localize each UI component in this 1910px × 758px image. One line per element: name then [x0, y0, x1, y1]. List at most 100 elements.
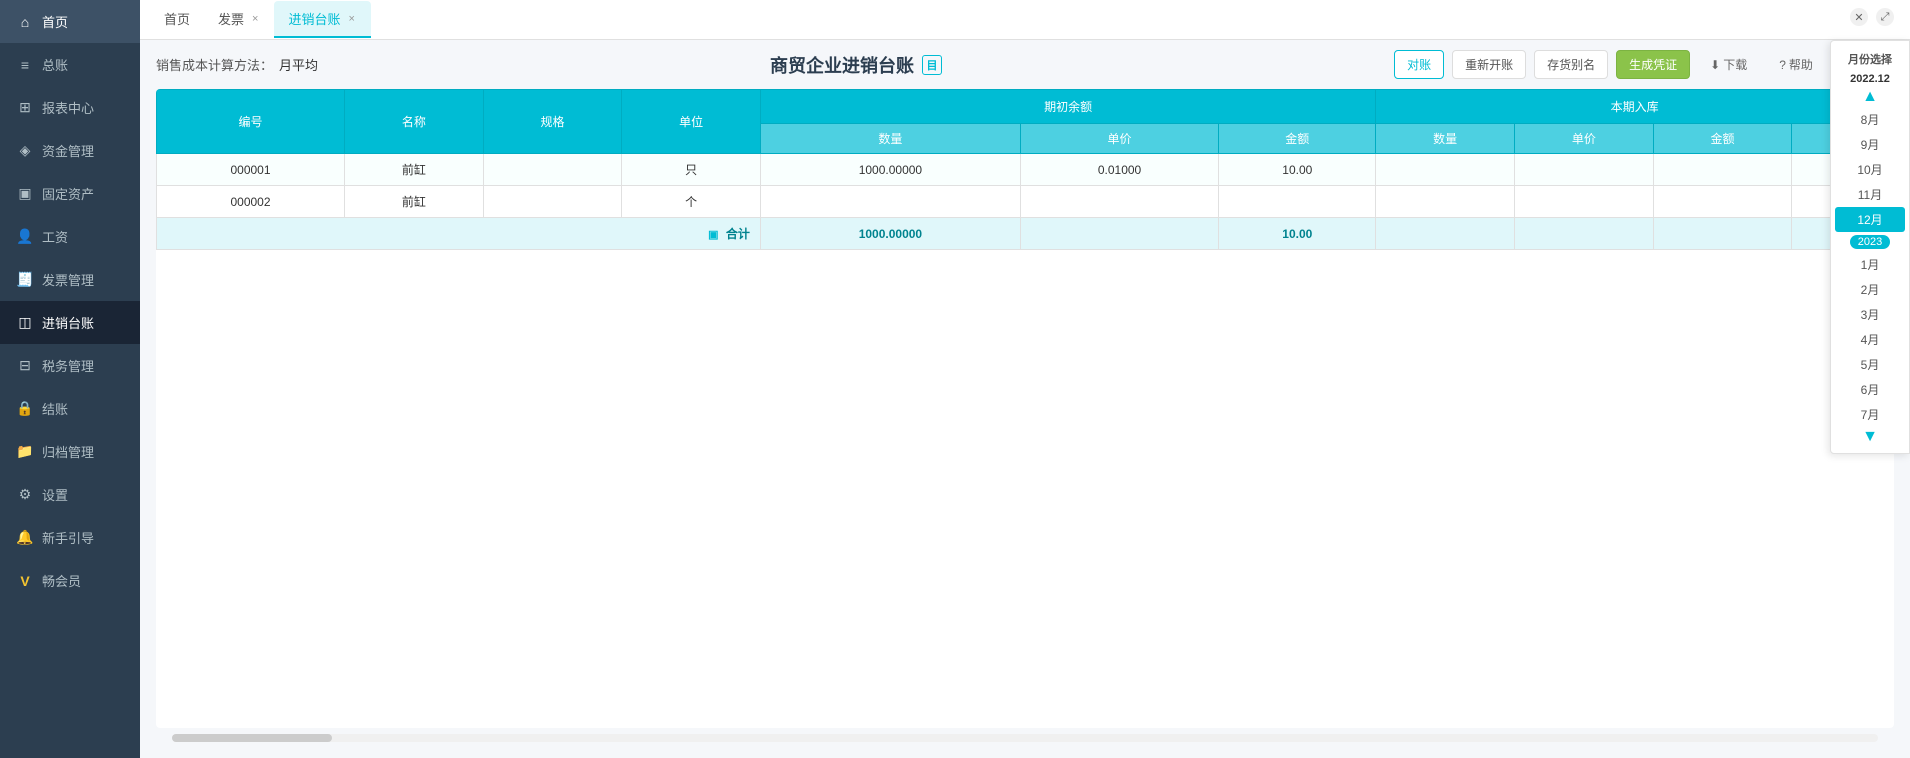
cell-opening-price-1: 0.01000 [1020, 154, 1218, 186]
sidebar-item-home[interactable]: ⌂ 首页 [0, 0, 140, 43]
sidebar-item-assets[interactable]: ▣ 固定资产 [0, 172, 140, 215]
ledger-table: 编号 名称 规格 单位 期初余额 本期入库 数量 单价 金额 数量 单价 金额 [156, 89, 1894, 250]
invoice-mgmt-icon: 🧾 [16, 271, 34, 288]
sidebar-label-tax: 税务管理 [42, 356, 94, 375]
ledger-icon: ≡ [16, 57, 34, 73]
cost-method-value: 月平均 [279, 55, 318, 74]
tab-invoice-close[interactable]: × [250, 13, 260, 25]
sidebar-item-archive[interactable]: 📁 归档管理 [0, 430, 140, 473]
sidebar-label-reports: 报表中心 [42, 98, 94, 117]
sidebar-label-guide: 新手引导 [42, 528, 94, 547]
horizontal-scrollbar[interactable] [156, 728, 1894, 748]
help-icon: ? [1779, 58, 1786, 72]
sidebar-item-close-accounts[interactable]: 🔒 结账 [0, 387, 140, 430]
sidebar-item-purchase-sale[interactable]: ◫ 进销台账 [0, 301, 140, 344]
cell-in-amount-2 [1653, 186, 1792, 218]
col-subheader-in-qty: 数量 [1376, 124, 1515, 154]
window-close-button[interactable]: ✕ [1850, 8, 1868, 26]
tab-bar: 首页 发票 × 进销台账 × [140, 0, 1910, 40]
generate-voucher-button[interactable]: 生成凭证 [1616, 50, 1690, 79]
window-maximize-button[interactable]: ⤢ [1876, 8, 1894, 26]
col-subheader-opening-price: 单价 [1020, 124, 1218, 154]
save-alias-button[interactable]: 存货别名 [1534, 50, 1608, 79]
sidebar-item-payroll[interactable]: 👤 工资 [0, 215, 140, 258]
tab-home[interactable]: 首页 [150, 1, 204, 38]
sidebar-item-ledger[interactable]: ≡ 总账 [0, 43, 140, 86]
month-nav-down: ▼ [1831, 427, 1909, 447]
month-item-2[interactable]: 2月 [1831, 277, 1909, 302]
close-accounts-icon: 🔒 [16, 400, 34, 417]
tab-purchase-sale-ledger[interactable]: 进销台账 × [274, 1, 370, 38]
cell-opening-qty-1: 1000.00000 [760, 154, 1020, 186]
total-opening-qty: 1000.00000 [760, 218, 1020, 250]
table-container: 编号 名称 规格 单位 期初余额 本期入库 数量 单价 金额 数量 单价 金额 [156, 89, 1894, 728]
help-button[interactable]: ? 帮助 [1767, 51, 1825, 78]
month-item-1[interactable]: 1月 [1831, 252, 1909, 277]
sidebar-label-invoice-mgmt: 发票管理 [42, 270, 94, 289]
tab-invoice[interactable]: 发票 × [204, 1, 274, 38]
month-item-7[interactable]: 7月 [1831, 402, 1909, 427]
month-item-4[interactable]: 4月 [1831, 327, 1909, 352]
page-title: 商贸企业进销台账 [770, 52, 914, 78]
month-nav-up: ▲ [1831, 87, 1909, 107]
month-year-2022: 2022.12 [1831, 71, 1909, 87]
help-label: 帮助 [1789, 56, 1813, 73]
payroll-icon: 👤 [16, 228, 34, 245]
tab-home-label: 首页 [164, 9, 190, 28]
month-nav-down-btn[interactable]: ▼ [1858, 429, 1882, 445]
month-item-10[interactable]: 10月 [1831, 157, 1909, 182]
sidebar-item-tax[interactable]: ⊟ 税务管理 [0, 344, 140, 387]
tab-purchase-sale-label: 进销台账 [288, 9, 340, 28]
sidebar-item-guide[interactable]: 🔔 新手引导 [0, 516, 140, 559]
month-item-12[interactable]: 12月 [1835, 207, 1905, 232]
total-opening-amount: 10.00 [1219, 218, 1376, 250]
sidebar-item-settings[interactable]: ⚙ 设置 [0, 473, 140, 516]
download-button[interactable]: ⬇ 下载 [1698, 51, 1759, 78]
sidebar-label-payroll: 工资 [42, 227, 68, 246]
settings-icon: ⚙ [16, 486, 34, 503]
scrollbar-thumb[interactable] [172, 734, 332, 742]
cell-opening-qty-2 [760, 186, 1020, 218]
download-icon: ⬇ [1710, 58, 1720, 72]
tab-purchase-sale-close[interactable]: × [346, 13, 356, 25]
month-item-3[interactable]: 3月 [1831, 302, 1909, 327]
sidebar-item-invoice-mgmt[interactable]: 🧾 发票管理 [0, 258, 140, 301]
download-label: 下载 [1723, 56, 1747, 73]
sidebar-label-vip: 畅会员 [42, 571, 81, 590]
main-area: ✕ ⤢ 首页 发票 × 进销台账 × 销售成本计算方法： 月平均 商贸企业进销台… [140, 0, 1910, 758]
sidebar-label-ledger: 总账 [42, 55, 68, 74]
col-subheader-opening-qty: 数量 [760, 124, 1020, 154]
reconcile-button[interactable]: 对账 [1394, 50, 1444, 79]
month-item-9[interactable]: 9月 [1831, 132, 1909, 157]
reopen-button[interactable]: 重新开账 [1452, 50, 1526, 79]
month-item-11[interactable]: 11月 [1831, 182, 1909, 207]
total-in-qty [1376, 218, 1515, 250]
col-header-spec: 规格 [483, 90, 622, 154]
month-selector-panel: 月份选择 2022.12 ▲ 8月 9月 10月 11月 12月 2023 1月… [1830, 40, 1910, 454]
sidebar-label-settings: 设置 [42, 485, 68, 504]
sidebar-label-home: 首页 [42, 12, 68, 31]
sidebar-item-vip[interactable]: V 畅会员 [0, 559, 140, 602]
window-controls: ✕ ⤢ [1850, 8, 1894, 26]
page-title-area: 商贸企业进销台账 目 [770, 52, 942, 78]
month-item-5[interactable]: 5月 [1831, 352, 1909, 377]
month-nav-up-btn[interactable]: ▲ [1858, 89, 1882, 105]
month-item-6[interactable]: 6月 [1831, 377, 1909, 402]
table-total-row: ▣ 合计 1000.00000 10.00 [157, 218, 1894, 250]
cell-opening-amount-1: 10.00 [1219, 154, 1376, 186]
cell-spec-2 [483, 186, 622, 218]
home-icon: ⌂ [16, 14, 34, 30]
sidebar-item-reports[interactable]: ⊞ 报表中心 [0, 86, 140, 129]
sidebar-label-finance: 资金管理 [42, 141, 94, 160]
vip-icon: V [16, 573, 34, 589]
col-subheader-in-price: 单价 [1515, 124, 1654, 154]
cell-unit-1: 只 [622, 154, 761, 186]
cost-method-label: 销售成本计算方法： [156, 55, 273, 74]
sidebar-item-finance[interactable]: ◈ 资金管理 [0, 129, 140, 172]
cost-method: 销售成本计算方法： 月平均 [156, 55, 318, 74]
month-item-8[interactable]: 8月 [1831, 107, 1909, 132]
year-badge-2023: 2023 [1850, 235, 1890, 249]
action-buttons: 对账 重新开账 存货别名 生成凭证 ⬇ 下载 ? 帮助 ↻ 刷新 [1394, 50, 1894, 79]
title-icon-btn[interactable]: 目 [922, 55, 942, 75]
cell-in-price-2 [1515, 186, 1654, 218]
